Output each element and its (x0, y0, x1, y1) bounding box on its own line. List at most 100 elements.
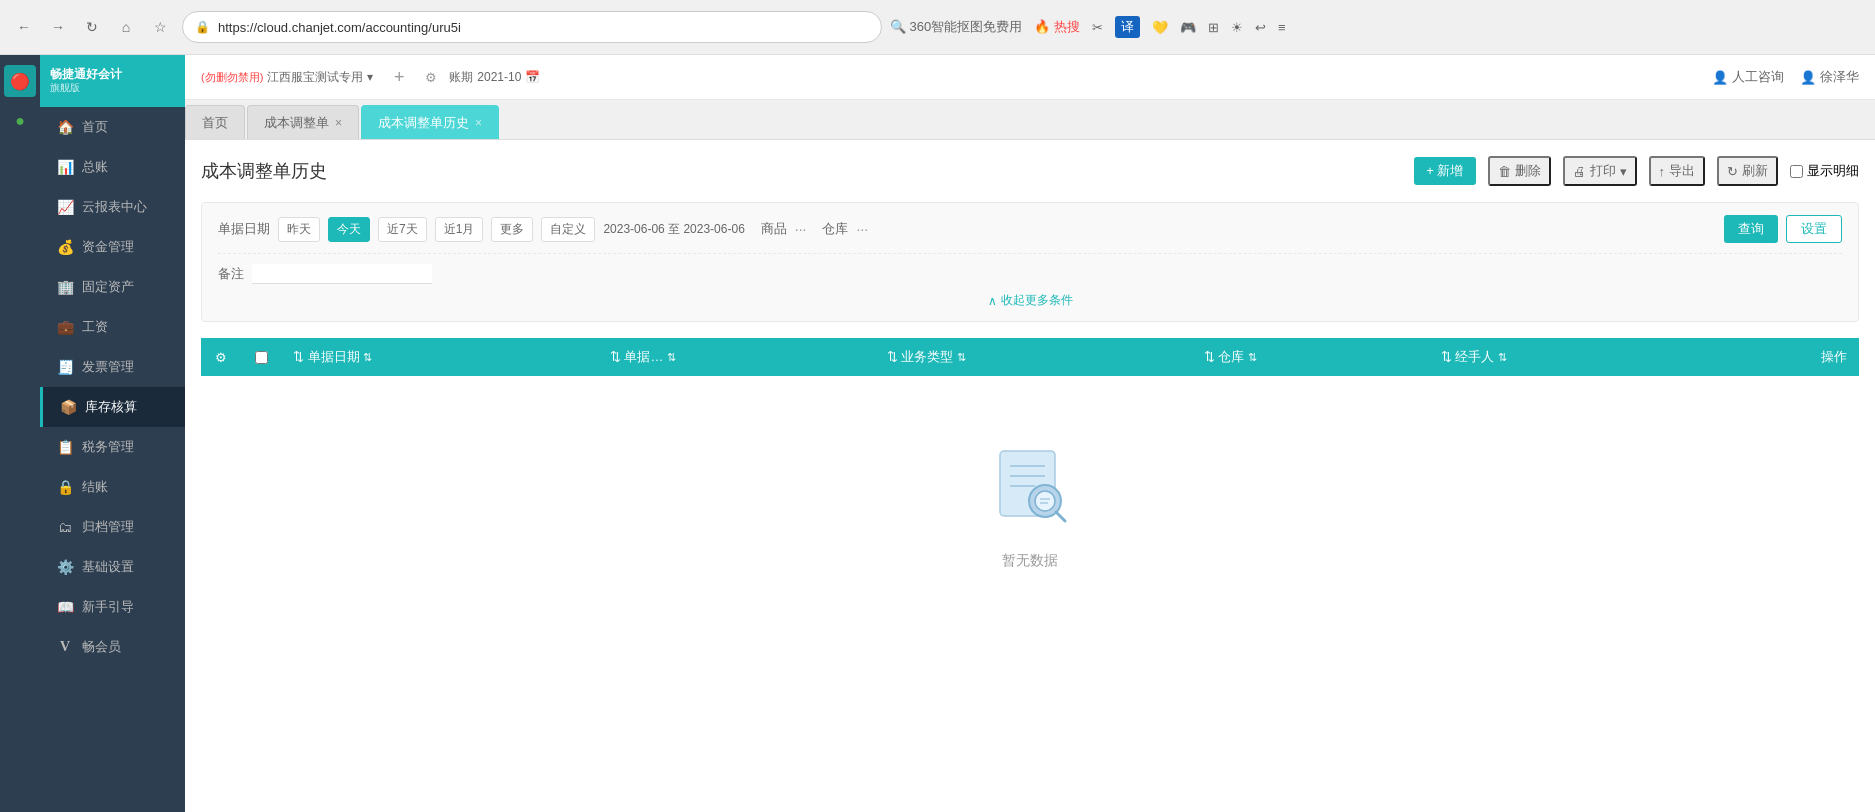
consult-button[interactable]: 👤 人工咨询 (1712, 68, 1784, 86)
user-profile[interactable]: 👤 徐泽华 (1800, 68, 1859, 86)
th-date[interactable]: ⇅ 单据日期 (281, 338, 598, 376)
date-btn-1month[interactable]: 近1月 (435, 217, 484, 242)
tab-cost-adjust-history-close[interactable]: × (475, 116, 482, 130)
sidebar-item-home[interactable]: 🏠 首页 (40, 107, 185, 147)
browser-tool-search[interactable]: 🔍 360智能抠图免费用 (890, 18, 1022, 36)
tab-cost-adjust-label: 成本调整单 (264, 114, 329, 132)
sidebar-item-tax[interactable]: 📋 税务管理 (40, 427, 185, 467)
print-button[interactable]: 🖨 打印 ▾ (1563, 156, 1637, 186)
table-header: ⚙ ⇅ 单据日期 ⇅ 单据… (201, 338, 1859, 376)
funds-icon: 💰 (56, 239, 74, 255)
th-warehouse[interactable]: ⇅ 仓库 (1192, 338, 1429, 376)
calendar-icon[interactable]: 📅 (525, 70, 540, 84)
collapse-arrow-icon: ∧ (988, 294, 997, 308)
company-name: 江西服宝测试专用 (267, 69, 363, 86)
date-btn-7days[interactable]: 近7天 (378, 217, 427, 242)
company-dropdown-icon: ▾ (367, 70, 373, 84)
bookmark-button[interactable]: ☆ (146, 13, 174, 41)
address-bar[interactable]: 🔒 https://cloud.chanjet.com/accounting/u… (182, 11, 882, 43)
company-selector[interactable]: (勿删勿禁用) 江西服宝测试专用 ▾ (201, 69, 373, 86)
icon-sidebar-weibo[interactable]: 🔴 (4, 65, 36, 97)
browser-tool-theme[interactable]: ☀ (1231, 20, 1243, 35)
browser-tool-scissors[interactable]: ✂ (1092, 20, 1103, 35)
date-btn-today[interactable]: 今天 (328, 217, 370, 242)
date-filter-group: 单据日期 昨天 今天 近7天 近1月 更多 自定义 2023-06-06 至 2… (218, 217, 745, 242)
display-detail-checkbox-label[interactable]: 显示明细 (1790, 162, 1859, 180)
sidebar-item-invoices[interactable]: 🧾 发票管理 (40, 347, 185, 387)
export-icon: ↑ (1659, 164, 1666, 179)
page-header: 成本调整单历史 + 新增 🗑 删除 🖨 打印 ▾ ↑ 导出 (201, 156, 1859, 186)
tabs-bar: 首页 成本调整单 × 成本调整单历史 × (185, 100, 1875, 140)
empty-illustration (980, 436, 1080, 536)
sidebar-item-archive[interactable]: 🗂 归档管理 (40, 507, 185, 547)
user-avatar: 👤 (1800, 70, 1816, 85)
tab-cost-adjust[interactable]: 成本调整单 × (247, 105, 359, 139)
date-btn-yesterday[interactable]: 昨天 (278, 217, 320, 242)
sidebar-item-member[interactable]: V 畅会员 (40, 627, 185, 667)
date-btn-custom[interactable]: 自定义 (541, 217, 595, 242)
warehouse-ellipsis: ··· (856, 221, 868, 237)
sidebar-item-ledger[interactable]: 📊 总账 (40, 147, 185, 187)
sidebar-item-guide[interactable]: 📖 新手引导 (40, 587, 185, 627)
assets-icon: 🏢 (56, 279, 74, 295)
sidebar-item-payroll[interactable]: 💼 工资 (40, 307, 185, 347)
delete-icon: 🗑 (1498, 164, 1511, 179)
filter-settings-button[interactable]: 设置 (1786, 215, 1842, 243)
browser-tool-grid[interactable]: ⊞ (1208, 20, 1219, 35)
sidebar-item-funds[interactable]: 💰 资金管理 (40, 227, 185, 267)
select-all-checkbox[interactable] (255, 351, 268, 364)
th-handler[interactable]: ⇅ 经手人 (1429, 338, 1706, 376)
column-settings-icon[interactable]: ⚙ (215, 350, 227, 365)
tab-cost-adjust-history[interactable]: 成本调整单历史 × (361, 105, 499, 139)
icon-sidebar: 🔴 ● (0, 55, 40, 812)
browser-tool-wallet[interactable]: 💛 (1152, 20, 1168, 35)
th-settings[interactable]: ⚙ (201, 338, 241, 376)
closing-icon: 🔒 (56, 479, 74, 495)
browser-tool-history[interactable]: ↩ (1255, 20, 1266, 35)
tab-home[interactable]: 首页 (185, 105, 245, 139)
th-checkbox[interactable] (241, 338, 281, 376)
sidebar-label-tax: 税务管理 (82, 438, 134, 456)
sidebar-item-reports[interactable]: 📈 云报表中心 (40, 187, 185, 227)
add-company-button[interactable]: + (385, 63, 413, 91)
warehouse-filter-group: 仓库 ··· (822, 220, 868, 238)
th-warehouse-label: ⇅ 仓库 (1204, 349, 1245, 364)
delete-button[interactable]: 🗑 删除 (1488, 156, 1551, 186)
period-value: 2021-10 (477, 70, 521, 84)
icon-sidebar-green[interactable]: ● (4, 105, 36, 137)
sidebar-logo: 畅捷通好会计 旗舰版 (40, 55, 185, 107)
note-filter-label: 备注 (218, 265, 244, 283)
browser-tool-menu[interactable]: ≡ (1278, 20, 1286, 35)
sidebar-label-guide: 新手引导 (82, 598, 134, 616)
sidebar-item-inventory[interactable]: 📦 库存核算 (40, 387, 185, 427)
display-detail-checkbox[interactable] (1790, 165, 1803, 178)
export-button[interactable]: ↑ 导出 (1649, 156, 1706, 186)
query-button[interactable]: 查询 (1724, 215, 1778, 243)
sidebar-item-assets[interactable]: 🏢 固定资产 (40, 267, 185, 307)
th-number[interactable]: ⇅ 单据… (598, 338, 875, 376)
browser-chrome: ← → ↻ ⌂ ☆ 🔒 https://cloud.chanjet.com/ac… (0, 0, 1875, 55)
tab-cost-adjust-close[interactable]: × (335, 116, 342, 130)
browser-tool-translate[interactable]: 译 (1115, 16, 1140, 38)
period-label: 账期 (449, 69, 473, 86)
browser-tool-game[interactable]: 🎮 (1180, 20, 1196, 35)
tab-cost-adjust-history-label: 成本调整单历史 (378, 114, 469, 132)
th-biz-type[interactable]: ⇅ 业务类型 (875, 338, 1192, 376)
home-button[interactable]: ⌂ (112, 13, 140, 41)
sidebar-item-closing[interactable]: 🔒 结账 (40, 467, 185, 507)
company-settings-icon[interactable]: ⚙ (425, 70, 437, 85)
date-btn-more[interactable]: 更多 (491, 217, 533, 242)
reload-button[interactable]: ↻ (78, 13, 106, 41)
browser-tool-hot[interactable]: 🔥 热搜 (1034, 18, 1080, 36)
forward-button[interactable]: → (44, 13, 72, 41)
back-button[interactable]: ← (10, 13, 38, 41)
table-body: 暂无数据 (201, 376, 1859, 630)
data-table: ⚙ ⇅ 单据日期 ⇅ 单据… (201, 338, 1859, 630)
refresh-button[interactable]: ↻ 刷新 (1717, 156, 1778, 186)
sidebar-item-settings[interactable]: ⚙️ 基础设置 (40, 547, 185, 587)
collapse-filter-button[interactable]: ∧ 收起更多条件 (988, 292, 1073, 309)
date-filter-label: 单据日期 (218, 220, 270, 238)
add-button[interactable]: + 新增 (1414, 157, 1475, 185)
note-filter-input[interactable] (252, 264, 432, 284)
settings-icon: ⚙️ (56, 559, 74, 575)
